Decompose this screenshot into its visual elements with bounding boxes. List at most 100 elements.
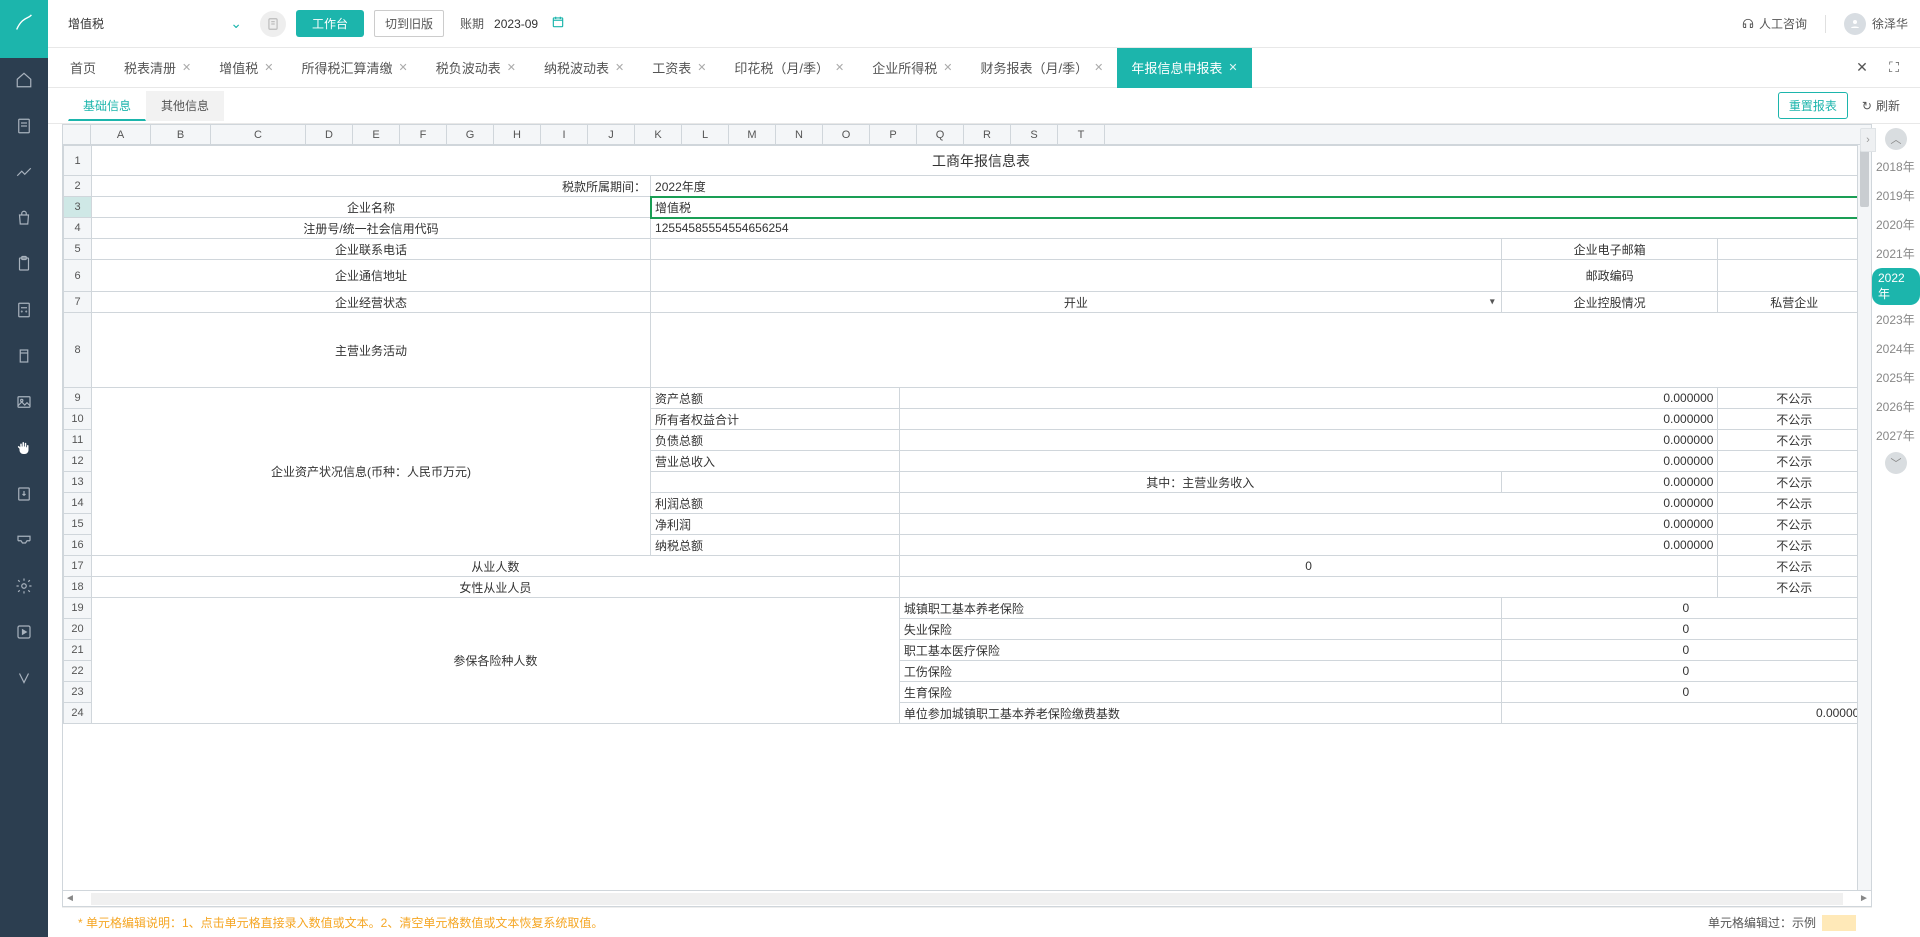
doc-icon[interactable] — [10, 112, 38, 140]
tab-所得税汇算清缴[interactable]: 所得税汇算清缴✕ — [287, 48, 421, 88]
publish-dropdown[interactable]: 不公示 — [1718, 514, 1871, 535]
col-header-O[interactable]: O — [823, 125, 870, 144]
col-header-J[interactable]: J — [588, 125, 635, 144]
row-header-16[interactable]: 16 — [64, 535, 92, 556]
year-2021年[interactable]: 2021年 — [1872, 239, 1920, 268]
col-header-P[interactable]: P — [870, 125, 917, 144]
note-icon[interactable] — [260, 11, 286, 37]
row-header-18[interactable]: 18 — [64, 577, 92, 598]
row-header-9[interactable]: 9 — [64, 388, 92, 409]
hand-icon[interactable] — [10, 434, 38, 462]
switch-old-button[interactable]: 切到旧版 — [374, 10, 444, 37]
publish-dropdown[interactable]: 不公示 — [1718, 577, 1871, 598]
year-up-icon[interactable]: ︿ — [1885, 128, 1907, 150]
row-header-13[interactable]: 13 — [64, 472, 92, 493]
tab-close-icon[interactable]: ✕ — [697, 61, 706, 74]
year-2026年[interactable]: 2026年 — [1872, 392, 1920, 421]
tab-close-icon[interactable]: ✕ — [943, 61, 952, 74]
col-header-R[interactable]: R — [964, 125, 1011, 144]
publish-dropdown[interactable]: 不公示 — [1718, 535, 1871, 556]
col-header-N[interactable]: N — [776, 125, 823, 144]
chart-icon[interactable] — [10, 158, 38, 186]
col-header-Q[interactable]: Q — [917, 125, 964, 144]
scroll-right-icon[interactable]: ► — [1857, 893, 1871, 904]
row-header-8[interactable]: 8 — [64, 313, 92, 388]
vertical-scrollbar[interactable] — [1857, 145, 1871, 890]
year-2019年[interactable]: 2019年 — [1872, 181, 1920, 210]
tab-close-icon[interactable]: ✕ — [182, 61, 191, 74]
publish-dropdown[interactable]: 不公示 — [1718, 451, 1871, 472]
select-all-corner[interactable] — [63, 125, 91, 144]
calc-icon[interactable] — [10, 296, 38, 324]
home-icon[interactable] — [10, 66, 38, 94]
tab-印花税（月/季）[interactable]: 印花税（月/季）✕ — [720, 48, 858, 88]
row-header-11[interactable]: 11 — [64, 430, 92, 451]
support-link[interactable]: 人工咨询 — [1741, 15, 1807, 32]
publish-dropdown[interactable]: 不公示 — [1718, 430, 1871, 451]
col-header-T[interactable]: T — [1058, 125, 1105, 144]
row-header-23[interactable]: 23 — [64, 682, 92, 703]
year-2020年[interactable]: 2020年 — [1872, 210, 1920, 239]
calendar-icon[interactable] — [551, 15, 565, 32]
row-header-19[interactable]: 19 — [64, 598, 92, 619]
year-2027年[interactable]: 2027年 — [1872, 421, 1920, 450]
export-icon[interactable] — [10, 480, 38, 508]
row-header-14[interactable]: 14 — [64, 493, 92, 514]
row-header-1[interactable]: 1 — [64, 146, 92, 176]
col-header-D[interactable]: D — [306, 125, 353, 144]
fullscreen-icon[interactable]: ⛶ — [1882, 56, 1906, 80]
tab-close-icon[interactable]: ✕ — [1228, 61, 1237, 74]
row-header-12[interactable]: 12 — [64, 451, 92, 472]
publish-dropdown[interactable]: 不公示 — [1718, 472, 1871, 493]
row-header-4[interactable]: 4 — [64, 218, 92, 239]
workspace-button[interactable]: 工作台 — [296, 10, 364, 37]
col-header-F[interactable]: F — [400, 125, 447, 144]
tab-首页[interactable]: 首页 — [56, 48, 110, 88]
publish-dropdown[interactable]: 不公示 — [1718, 493, 1871, 514]
row-header-5[interactable]: 5 — [64, 239, 92, 260]
row-header-7[interactable]: 7 — [64, 292, 92, 313]
tab-税负波动表[interactable]: 税负波动表✕ — [422, 48, 530, 88]
row-header-20[interactable]: 20 — [64, 619, 92, 640]
row-header-3[interactable]: 3 — [64, 197, 92, 218]
subtab-基础信息[interactable]: 基础信息 — [68, 91, 146, 121]
scroll-left-icon[interactable]: ◄ — [63, 893, 77, 904]
row-header-15[interactable]: 15 — [64, 514, 92, 535]
col-header-I[interactable]: I — [541, 125, 588, 144]
row-header-21[interactable]: 21 — [64, 640, 92, 661]
play-icon[interactable] — [10, 618, 38, 646]
year-2025年[interactable]: 2025年 — [1872, 363, 1920, 392]
tab-纳税波动表[interactable]: 纳税波动表✕ — [530, 48, 638, 88]
row-header-24[interactable]: 24 — [64, 703, 92, 724]
column-icon[interactable] — [10, 342, 38, 370]
col-header-E[interactable]: E — [353, 125, 400, 144]
year-2024年[interactable]: 2024年 — [1872, 334, 1920, 363]
row-header-2[interactable]: 2 — [64, 176, 92, 197]
year-2023年[interactable]: 2023年 — [1872, 305, 1920, 334]
user-menu[interactable]: 徐泽华 — [1844, 13, 1908, 35]
tab-税表清册[interactable]: 税表清册✕ — [110, 48, 205, 88]
tab-工资表[interactable]: 工资表✕ — [638, 48, 720, 88]
col-header-M[interactable]: M — [729, 125, 776, 144]
reset-report-button[interactable]: 重置报表 — [1778, 92, 1848, 119]
tab-财务报表（月/季）[interactable]: 财务报表（月/季）✕ — [967, 48, 1118, 88]
col-header-L[interactable]: L — [682, 125, 729, 144]
refresh-button[interactable]: ↻ 刷新 — [1862, 97, 1900, 114]
tab-close-icon[interactable]: ✕ — [1094, 61, 1103, 74]
v-icon[interactable] — [10, 664, 38, 692]
horizontal-scrollbar[interactable]: ◄ ► — [63, 890, 1871, 906]
row-header-10[interactable]: 10 — [64, 409, 92, 430]
col-header-B[interactable]: B — [151, 125, 211, 144]
publish-dropdown[interactable]: 不公示 — [1718, 409, 1871, 430]
inbox-icon[interactable] — [10, 526, 38, 554]
row-header-17[interactable]: 17 — [64, 556, 92, 577]
clipboard-icon[interactable] — [10, 250, 38, 278]
col-header-A[interactable]: A — [91, 125, 151, 144]
col-header-H[interactable]: H — [494, 125, 541, 144]
status-dropdown[interactable]: 开业 — [651, 292, 1502, 313]
tab-close-icon[interactable]: ✕ — [615, 61, 624, 74]
subtab-其他信息[interactable]: 其他信息 — [146, 91, 224, 121]
rail-collapse-icon[interactable]: › — [1860, 128, 1876, 152]
year-2022年[interactable]: 2022年 — [1872, 268, 1920, 305]
company-name-cell[interactable]: 增值税 — [651, 197, 1871, 218]
